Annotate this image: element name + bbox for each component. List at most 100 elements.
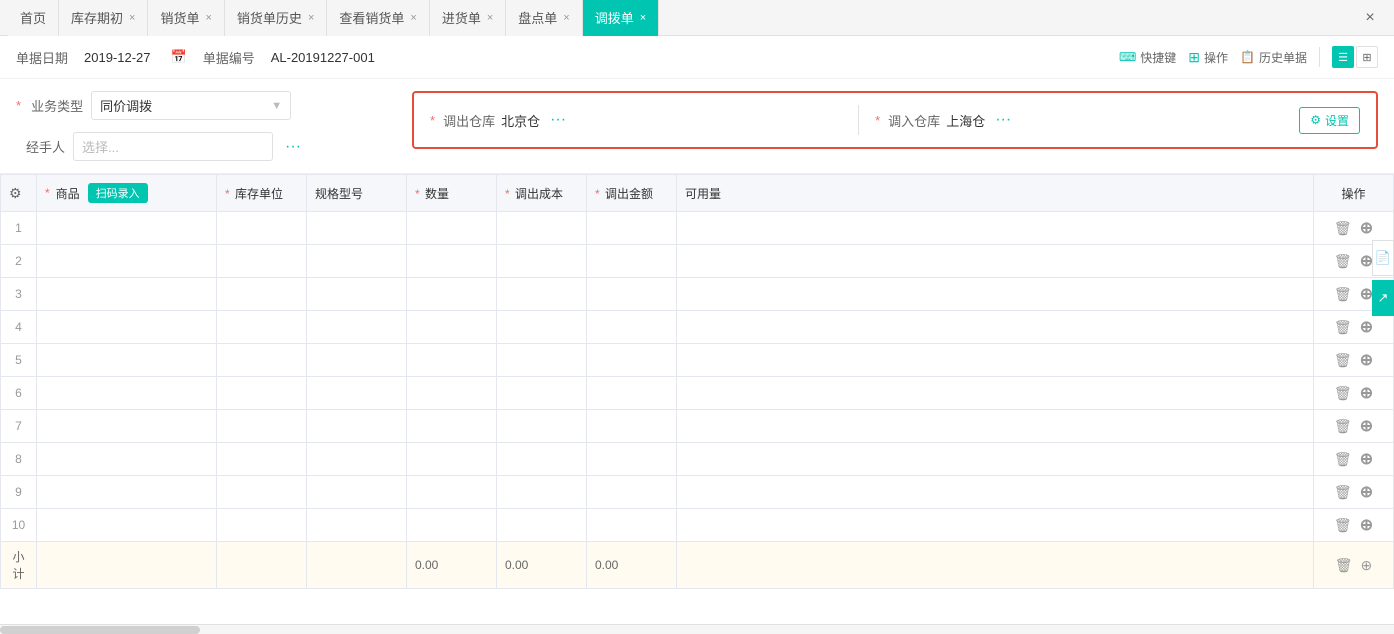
row-spec-5[interactable] [307, 344, 407, 377]
view-list-btn[interactable]: ☰ [1332, 46, 1354, 68]
row-unit-1[interactable] [217, 212, 307, 245]
row-product-3[interactable] [37, 278, 217, 311]
row-spec-8[interactable] [307, 443, 407, 476]
row-unit-6[interactable] [217, 377, 307, 410]
row-unit-10[interactable] [217, 509, 307, 542]
row-spec-6[interactable] [307, 377, 407, 410]
row-delete-5[interactable]: 🗑 [1334, 352, 1352, 369]
handler-select[interactable]: 选择... [73, 132, 273, 161]
right-panel-expand-btn[interactable]: ↗ [1372, 280, 1394, 316]
row-copy-9[interactable]: ⊕ [1360, 482, 1373, 502]
row-delete-9[interactable]: 🗑 [1334, 484, 1352, 501]
row-qty-2[interactable] [407, 245, 497, 278]
row-delete-8[interactable]: 🗑 [1334, 451, 1352, 468]
horizontal-scrollbar[interactable] [0, 624, 1394, 634]
row-copy-8[interactable]: ⊕ [1360, 449, 1373, 469]
row-delete-2[interactable]: 🗑 [1334, 253, 1352, 270]
row-product-10[interactable] [37, 509, 217, 542]
row-unit-3[interactable] [217, 278, 307, 311]
row-qty-4[interactable] [407, 311, 497, 344]
row-amount-3[interactable] [587, 278, 677, 311]
row-cost-1[interactable] [497, 212, 587, 245]
row-unit-7[interactable] [217, 410, 307, 443]
row-cost-7[interactable] [497, 410, 587, 443]
row-product-7[interactable] [37, 410, 217, 443]
row-amount-10[interactable] [587, 509, 677, 542]
operations-btn[interactable]: ⊞ 操作 [1188, 49, 1228, 66]
row-amount-5[interactable] [587, 344, 677, 377]
row-delete-6[interactable]: 🗑 [1334, 385, 1352, 402]
row-amount-7[interactable] [587, 410, 677, 443]
close-inventory-check[interactable]: × [563, 12, 569, 24]
row-unit-8[interactable] [217, 443, 307, 476]
row-spec-7[interactable] [307, 410, 407, 443]
row-qty-8[interactable] [407, 443, 497, 476]
row-cost-5[interactable] [497, 344, 587, 377]
row-spec-4[interactable] [307, 311, 407, 344]
close-inventory-init[interactable]: × [129, 12, 135, 24]
shortcuts-btn[interactable]: ⌨ 快捷键 [1119, 49, 1176, 66]
close-sales-order[interactable]: × [205, 12, 211, 24]
row-cost-8[interactable] [497, 443, 587, 476]
row-spec-9[interactable] [307, 476, 407, 509]
row-product-5[interactable] [37, 344, 217, 377]
row-cost-3[interactable] [497, 278, 587, 311]
close-sales-history[interactable]: × [308, 12, 314, 24]
subtotal-copy-icon[interactable]: ⊕ [1361, 557, 1373, 574]
row-delete-7[interactable]: 🗑 [1334, 418, 1352, 435]
row-unit-2[interactable] [217, 245, 307, 278]
row-spec-10[interactable] [307, 509, 407, 542]
row-product-6[interactable] [37, 377, 217, 410]
tab-inventory-init[interactable]: 库存期初 × [59, 0, 148, 36]
row-copy-10[interactable]: ⊕ [1360, 515, 1373, 535]
close-view-sales[interactable]: × [410, 12, 416, 24]
row-spec-2[interactable] [307, 245, 407, 278]
window-close-button[interactable]: × [1354, 2, 1386, 34]
row-cost-10[interactable] [497, 509, 587, 542]
scan-input-btn[interactable]: 扫码录入 [88, 183, 148, 203]
row-product-4[interactable] [37, 311, 217, 344]
tab-sales-history[interactable]: 销货单历史 × [225, 0, 327, 36]
row-amount-4[interactable] [587, 311, 677, 344]
subtotal-delete-icon[interactable]: 🗑 [1335, 557, 1353, 574]
tab-home[interactable]: 首页 [8, 0, 59, 36]
right-panel-note-btn[interactable]: 📄 [1372, 240, 1394, 276]
tab-transfer[interactable]: 调拨单 × [583, 0, 659, 36]
row-unit-5[interactable] [217, 344, 307, 377]
row-qty-10[interactable] [407, 509, 497, 542]
row-spec-1[interactable] [307, 212, 407, 245]
handler-more-btn[interactable]: ··· [281, 138, 305, 156]
table-gear-icon[interactable]: ⚙ [9, 185, 22, 201]
row-spec-3[interactable] [307, 278, 407, 311]
row-copy-6[interactable]: ⊕ [1360, 383, 1373, 403]
view-grid-btn[interactable]: ⊞ [1356, 46, 1378, 68]
row-qty-9[interactable] [407, 476, 497, 509]
row-product-8[interactable] [37, 443, 217, 476]
col-gear[interactable]: ⚙ [1, 175, 37, 212]
row-amount-9[interactable] [587, 476, 677, 509]
row-qty-3[interactable] [407, 278, 497, 311]
close-purchase[interactable]: × [487, 12, 493, 24]
row-delete-10[interactable]: 🗑 [1334, 517, 1352, 534]
warehouse-in-more-btn[interactable]: ··· [991, 111, 1015, 129]
scrollbar-thumb[interactable] [0, 626, 200, 634]
row-cost-9[interactable] [497, 476, 587, 509]
row-delete-3[interactable]: 🗑 [1334, 286, 1352, 303]
row-product-2[interactable] [37, 245, 217, 278]
row-qty-5[interactable] [407, 344, 497, 377]
row-amount-2[interactable] [587, 245, 677, 278]
row-product-9[interactable] [37, 476, 217, 509]
tab-view-sales[interactable]: 查看销货单 × [327, 0, 429, 36]
row-qty-6[interactable] [407, 377, 497, 410]
row-copy-5[interactable]: ⊕ [1360, 350, 1373, 370]
row-delete-1[interactable]: 🗑 [1334, 220, 1352, 237]
row-cost-4[interactable] [497, 311, 587, 344]
row-amount-1[interactable] [587, 212, 677, 245]
settings-button[interactable]: ⚙ 设置 [1299, 107, 1360, 134]
row-copy-4[interactable]: ⊕ [1360, 317, 1373, 337]
tab-sales-order[interactable]: 销货单 × [148, 0, 224, 36]
row-delete-4[interactable]: 🗑 [1334, 319, 1352, 336]
tab-inventory-check[interactable]: 盘点单 × [506, 0, 582, 36]
row-unit-4[interactable] [217, 311, 307, 344]
row-amount-6[interactable] [587, 377, 677, 410]
